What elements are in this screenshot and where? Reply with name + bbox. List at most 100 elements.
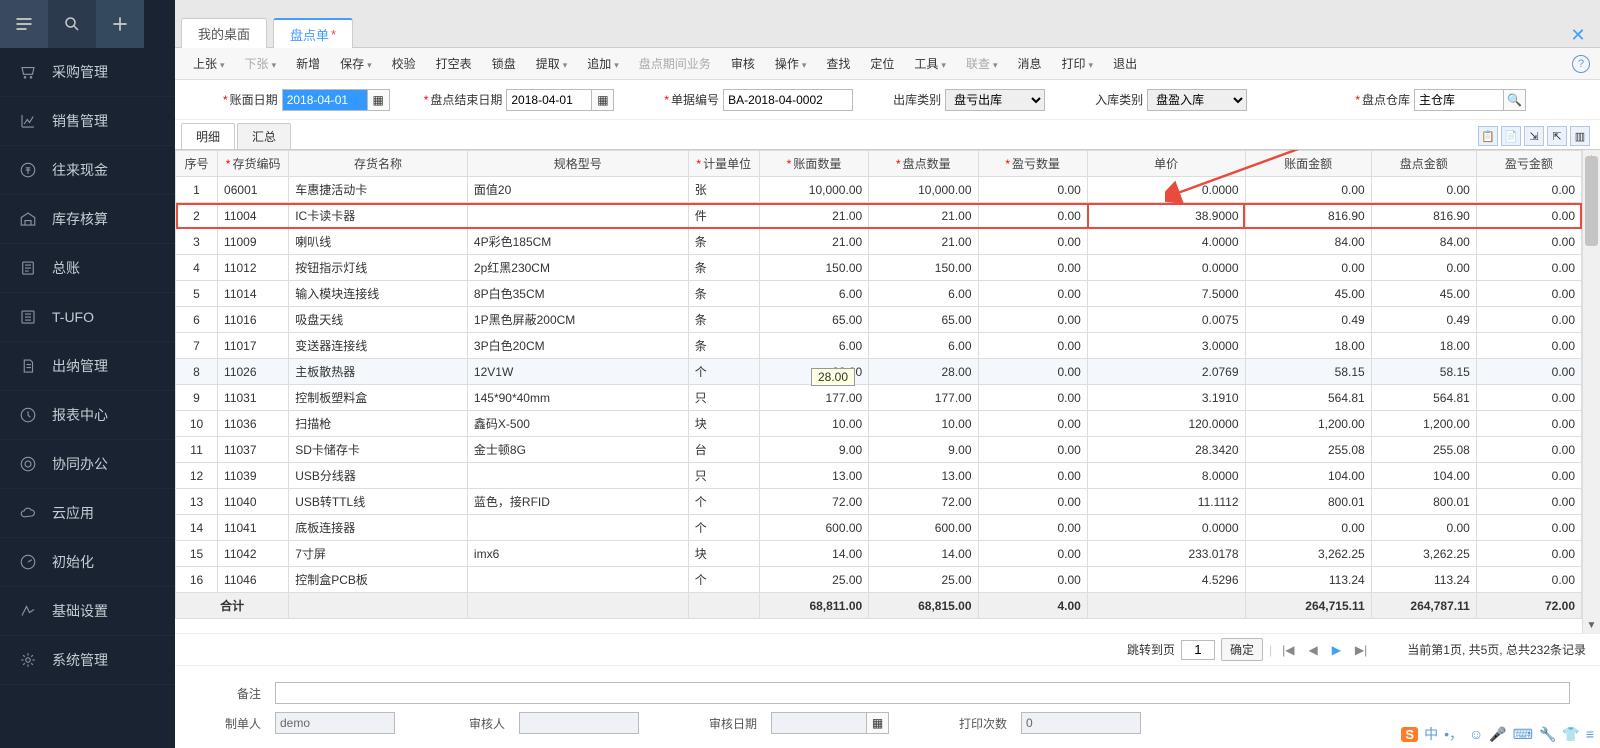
- col-diff-amt[interactable]: 盈亏金额: [1476, 151, 1581, 177]
- table-row[interactable]: 1611046控制盒PCB板个25.0025.000.004.5296113.2…: [176, 567, 1582, 593]
- table-row[interactable]: 811026主板散热器12V1W个28.0028.000.002.076958.…: [176, 359, 1582, 385]
- export-icon[interactable]: ⇲: [1524, 126, 1544, 146]
- ime-skin-icon[interactable]: 👕: [1562, 726, 1579, 743]
- import-icon[interactable]: ⇱: [1547, 126, 1567, 146]
- col-count-qty[interactable]: *盘点数量: [869, 151, 978, 177]
- ime-keyboard-icon[interactable]: ⌨: [1513, 726, 1533, 743]
- table-row[interactable]: 1111037SD卡储存卡金士顿8G台9.009.000.0028.342025…: [176, 437, 1582, 463]
- sidebar-item-collab[interactable]: 协同办公: [0, 440, 175, 489]
- columns-icon[interactable]: ▥: [1570, 126, 1590, 146]
- check-button[interactable]: 校验: [384, 52, 424, 75]
- table-row[interactable]: 211004IC卡读卡器件21.0021.000.0038.9000816.90…: [176, 203, 1582, 229]
- sidebar-item-inventory[interactable]: 库存核算: [0, 195, 175, 244]
- period-button[interactable]: 盘点期间业务: [631, 52, 719, 75]
- next-page-icon[interactable]: ▶: [1328, 643, 1345, 657]
- calendar-icon[interactable]: ▦: [867, 712, 889, 734]
- out-type-select[interactable]: 盘亏出库: [945, 89, 1045, 111]
- table-row[interactable]: 15110427寸屏imx6块14.0014.000.00233.01783,2…: [176, 541, 1582, 567]
- copy-icon[interactable]: 📋: [1478, 126, 1498, 146]
- help-icon[interactable]: ?: [1572, 55, 1590, 73]
- scroll-thumb[interactable]: [1585, 156, 1598, 246]
- next-doc-button[interactable]: 下张: [237, 52, 285, 75]
- ime-punct-icon[interactable]: •，: [1444, 724, 1463, 744]
- col-diff-qty[interactable]: *盈亏数量: [978, 151, 1087, 177]
- table-row[interactable]: 411012按钮指示灯线2p红黑230CM条150.00150.000.000.…: [176, 255, 1582, 281]
- calendar-icon[interactable]: ▦: [592, 89, 614, 111]
- ime-emoji-icon[interactable]: ☺: [1469, 726, 1483, 742]
- table-row[interactable]: 611016吸盘天线1P黑色屏蔽200CM条65.0065.000.000.00…: [176, 307, 1582, 333]
- col-spec[interactable]: 规格型号: [467, 151, 688, 177]
- exit-button[interactable]: 退出: [1105, 52, 1145, 75]
- table-row[interactable]: 1011036扫描枪鑫码X-500块10.0010.000.00120.0000…: [176, 411, 1582, 437]
- sidebar-item-init[interactable]: 初始化: [0, 538, 175, 587]
- vertical-scrollbar[interactable]: ▲ ▼: [1582, 150, 1600, 633]
- end-date-input[interactable]: [506, 89, 592, 111]
- search-icon[interactable]: [48, 0, 96, 48]
- in-type-select[interactable]: 盘盈入库: [1147, 89, 1247, 111]
- lookup-icon[interactable]: 🔍: [1504, 89, 1526, 111]
- wh-input[interactable]: [1414, 89, 1504, 111]
- lock-button[interactable]: 锁盘: [484, 52, 524, 75]
- extract-button[interactable]: 提取: [528, 52, 576, 75]
- ime-sogou-icon[interactable]: S: [1401, 727, 1418, 742]
- link-button[interactable]: 联查: [958, 52, 1006, 75]
- sidebar-item-reports[interactable]: 报表中心: [0, 391, 175, 440]
- table-row[interactable]: 311009喇叭线4P彩色185CM条21.0021.000.004.00008…: [176, 229, 1582, 255]
- calendar-icon[interactable]: ▦: [368, 89, 390, 111]
- save-button[interactable]: 保存: [332, 52, 380, 75]
- audit-button[interactable]: 审核: [723, 52, 763, 75]
- col-name[interactable]: 存货名称: [289, 151, 468, 177]
- sidebar-item-tufo[interactable]: T-UFO: [0, 293, 175, 342]
- locate-button[interactable]: 定位: [862, 52, 902, 75]
- sidebar-item-cloud[interactable]: 云应用: [0, 489, 175, 538]
- sidebar-item-system[interactable]: 系统管理: [0, 636, 175, 685]
- close-all-tabs-icon[interactable]: ✕: [1566, 23, 1590, 47]
- sidebar-item-cashier[interactable]: 出纳管理: [0, 342, 175, 391]
- book-date-input[interactable]: [282, 89, 368, 111]
- prev-page-icon[interactable]: ◀: [1304, 643, 1321, 657]
- subtab-detail[interactable]: 明细: [181, 123, 235, 149]
- tab-desktop[interactable]: 我的桌面: [181, 18, 267, 48]
- tool-button[interactable]: 工具: [906, 52, 954, 75]
- new-button[interactable]: 新增: [288, 52, 328, 75]
- menu-icon[interactable]: [0, 0, 48, 48]
- sidebar-item-ledger[interactable]: 总账: [0, 244, 175, 293]
- tab-inventory-sheet[interactable]: 盘点单*: [273, 18, 353, 48]
- page-input[interactable]: [1181, 640, 1215, 660]
- col-code[interactable]: *存货编码: [218, 151, 289, 177]
- table-row[interactable]: 106001车惠捷活动卡面值20张10,000.0010,000.000.000…: [176, 177, 1582, 203]
- remark-input[interactable]: [275, 682, 1570, 704]
- go-button[interactable]: 确定: [1221, 638, 1263, 661]
- scroll-down-icon[interactable]: ▼: [1583, 617, 1600, 633]
- ime-mic-icon[interactable]: 🎤: [1489, 726, 1506, 743]
- first-page-icon[interactable]: |◀: [1278, 643, 1298, 657]
- ime-menu-icon[interactable]: ≡: [1586, 726, 1594, 742]
- col-price[interactable]: 单价: [1087, 151, 1245, 177]
- query-button[interactable]: 查找: [818, 52, 858, 75]
- col-unit[interactable]: *计量单位: [688, 151, 759, 177]
- sidebar-item-cash[interactable]: 往来现金: [0, 146, 175, 195]
- ime-lang[interactable]: 中: [1424, 724, 1438, 744]
- paste-icon[interactable]: 📄: [1501, 126, 1521, 146]
- table-row[interactable]: 711017变送器连接线3P白色20CM条6.006.000.003.00001…: [176, 333, 1582, 359]
- table-row[interactable]: 1411041底板连接器个600.00600.000.000.00000.000…: [176, 515, 1582, 541]
- prev-doc-button[interactable]: 上张: [185, 52, 233, 75]
- subtab-summary[interactable]: 汇总: [237, 123, 291, 149]
- col-row[interactable]: 序号: [176, 151, 218, 177]
- last-page-icon[interactable]: ▶|: [1351, 643, 1371, 657]
- ime-tool-icon[interactable]: 🔧: [1539, 726, 1556, 743]
- sidebar-item-purchase[interactable]: 采购管理: [0, 48, 175, 97]
- col-book-qty[interactable]: *账面数量: [759, 151, 868, 177]
- col-count-amt[interactable]: 盘点金额: [1371, 151, 1476, 177]
- print-button[interactable]: 打印: [1054, 52, 1102, 75]
- table-row[interactable]: 1211039USB分线器只13.0013.000.008.0000104.00…: [176, 463, 1582, 489]
- blank-button[interactable]: 打空表: [428, 52, 480, 75]
- table-row[interactable]: 1311040USB转TTL线蓝色，接RFID个72.0072.000.0011…: [176, 489, 1582, 515]
- append-button[interactable]: 追加: [579, 52, 627, 75]
- col-book-amt[interactable]: 账面金额: [1245, 151, 1371, 177]
- msg-button[interactable]: 消息: [1010, 52, 1050, 75]
- sidebar-item-base[interactable]: 基础设置: [0, 587, 175, 636]
- add-icon[interactable]: [96, 0, 144, 48]
- table-row[interactable]: 911031控制板塑料盒145*90*40mm只177.00177.000.00…: [176, 385, 1582, 411]
- doc-no-input[interactable]: [723, 89, 853, 111]
